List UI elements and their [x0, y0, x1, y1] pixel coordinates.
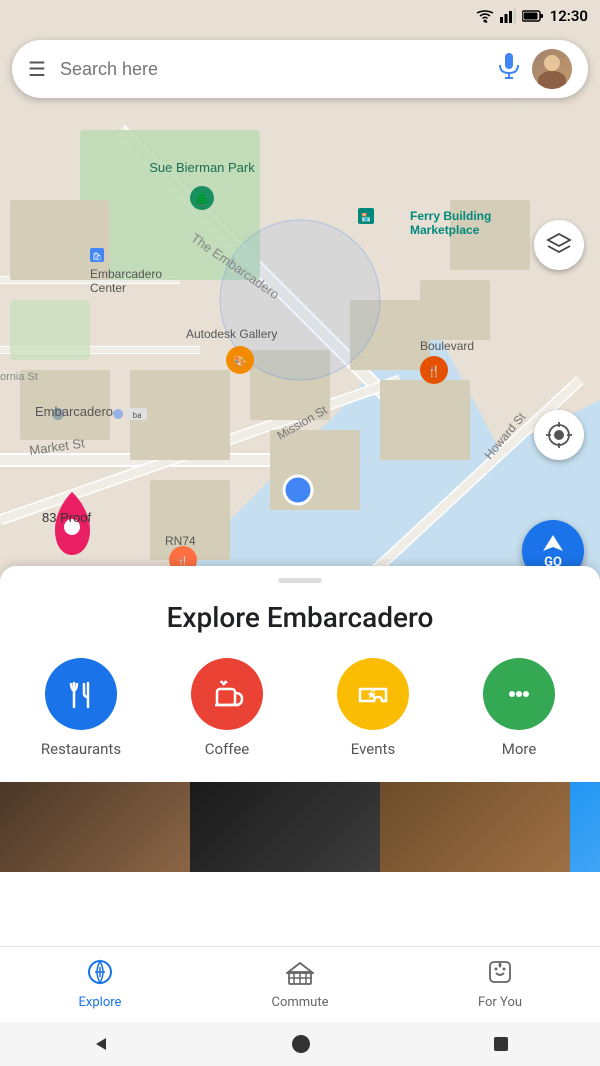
restaurants-circle — [45, 658, 117, 730]
bottom-sheet: Explore Embarcadero Restaurants — [0, 566, 600, 946]
battery-icon — [522, 10, 544, 22]
svg-text:🍴: 🍴 — [427, 365, 441, 378]
ticket-icon: ★ — [354, 675, 392, 713]
svg-text:83 Proof: 83 Proof — [42, 510, 92, 525]
restaurants-label: Restaurants — [41, 740, 121, 758]
explore-nav-label: Explore — [79, 995, 122, 1010]
wifi-icon — [476, 9, 494, 23]
svg-text:★: ★ — [367, 690, 376, 701]
home-button[interactable] — [291, 1034, 311, 1054]
events-circle: ★ — [337, 658, 409, 730]
svg-text:Embarcadero: Embarcadero — [90, 267, 162, 281]
svg-text:Embarcadero: Embarcadero — [35, 404, 113, 419]
microphone-icon[interactable] — [498, 53, 520, 85]
svg-text:RN74: RN74 — [165, 534, 196, 548]
coffee-label: Coffee — [205, 740, 249, 758]
category-events[interactable]: ★ Events — [318, 658, 428, 758]
back-button[interactable] — [90, 1034, 110, 1054]
search-input[interactable] — [60, 59, 488, 80]
svg-text:🌲: 🌲 — [194, 191, 210, 207]
svg-text:Marketplace: Marketplace — [410, 223, 480, 237]
categories-row: Restaurants Coffee ★ — [0, 658, 600, 758]
more-circle — [483, 658, 555, 730]
nav-foryou[interactable]: For You — [400, 959, 600, 1010]
category-coffee[interactable]: Coffee — [172, 658, 282, 758]
svg-text:🎨: 🎨 — [233, 354, 247, 368]
status-bar: 12:30 — [0, 0, 600, 32]
signal-icon — [500, 9, 516, 23]
commute-nav-icon — [286, 959, 314, 991]
coffee-circle — [191, 658, 263, 730]
sheet-handle[interactable] — [278, 578, 322, 583]
layers-icon — [546, 232, 572, 258]
avatar[interactable] — [532, 49, 572, 89]
search-bar[interactable]: ☰ — [12, 40, 588, 98]
foryou-nav-label: For You — [478, 995, 522, 1010]
hamburger-menu-icon[interactable]: ☰ — [28, 57, 46, 81]
svg-text:🛍: 🛍 — [92, 252, 102, 261]
commute-nav-label: Commute — [272, 995, 329, 1010]
bottom-navigation: Explore Commute — [0, 946, 600, 1022]
back-icon — [90, 1034, 110, 1054]
svg-text:Ferry Building: Ferry Building — [410, 209, 491, 223]
recents-square-icon — [492, 1035, 510, 1053]
svg-text:🏪: 🏪 — [361, 212, 371, 222]
nav-commute[interactable]: Commute — [200, 959, 400, 1010]
location-target-icon — [546, 422, 572, 448]
svg-text:Autodesk Gallery: Autodesk Gallery — [186, 327, 277, 341]
location-button[interactable] — [534, 410, 584, 460]
foryou-nav-icon — [487, 959, 513, 991]
more-label: More — [502, 740, 537, 758]
thumbnail-row — [0, 782, 600, 872]
category-restaurants[interactable]: Restaurants — [26, 658, 136, 758]
status-time: 12:30 — [550, 7, 588, 25]
category-more[interactable]: More — [464, 658, 574, 758]
svg-text:Boulevard: Boulevard — [420, 339, 474, 353]
system-nav-bar — [0, 1022, 600, 1066]
status-icons: 12:30 — [476, 7, 588, 25]
thumbnail-2[interactable] — [190, 782, 380, 872]
thumbnail-3[interactable] — [380, 782, 570, 872]
svg-text:Sue Bierman Park: Sue Bierman Park — [149, 160, 255, 175]
events-label: Events — [351, 740, 395, 758]
navigation-arrow-icon — [541, 533, 565, 553]
thumbnail-1[interactable] — [0, 782, 190, 872]
more-dots-icon — [500, 675, 538, 713]
svg-text:ornia St: ornia St — [0, 371, 38, 383]
map-layer-button[interactable] — [534, 220, 584, 270]
svg-text:ba: ba — [133, 411, 142, 420]
explore-title: Explore Embarcadero — [0, 601, 600, 634]
recents-button[interactable] — [492, 1035, 510, 1053]
thumbnail-4[interactable] — [570, 782, 600, 872]
svg-text:Center: Center — [90, 281, 126, 295]
coffee-cup-icon — [208, 675, 246, 713]
explore-nav-icon — [87, 959, 113, 991]
fork-knife-icon — [62, 675, 100, 713]
nav-explore[interactable]: Explore — [0, 959, 200, 1010]
home-circle-icon — [291, 1034, 311, 1054]
